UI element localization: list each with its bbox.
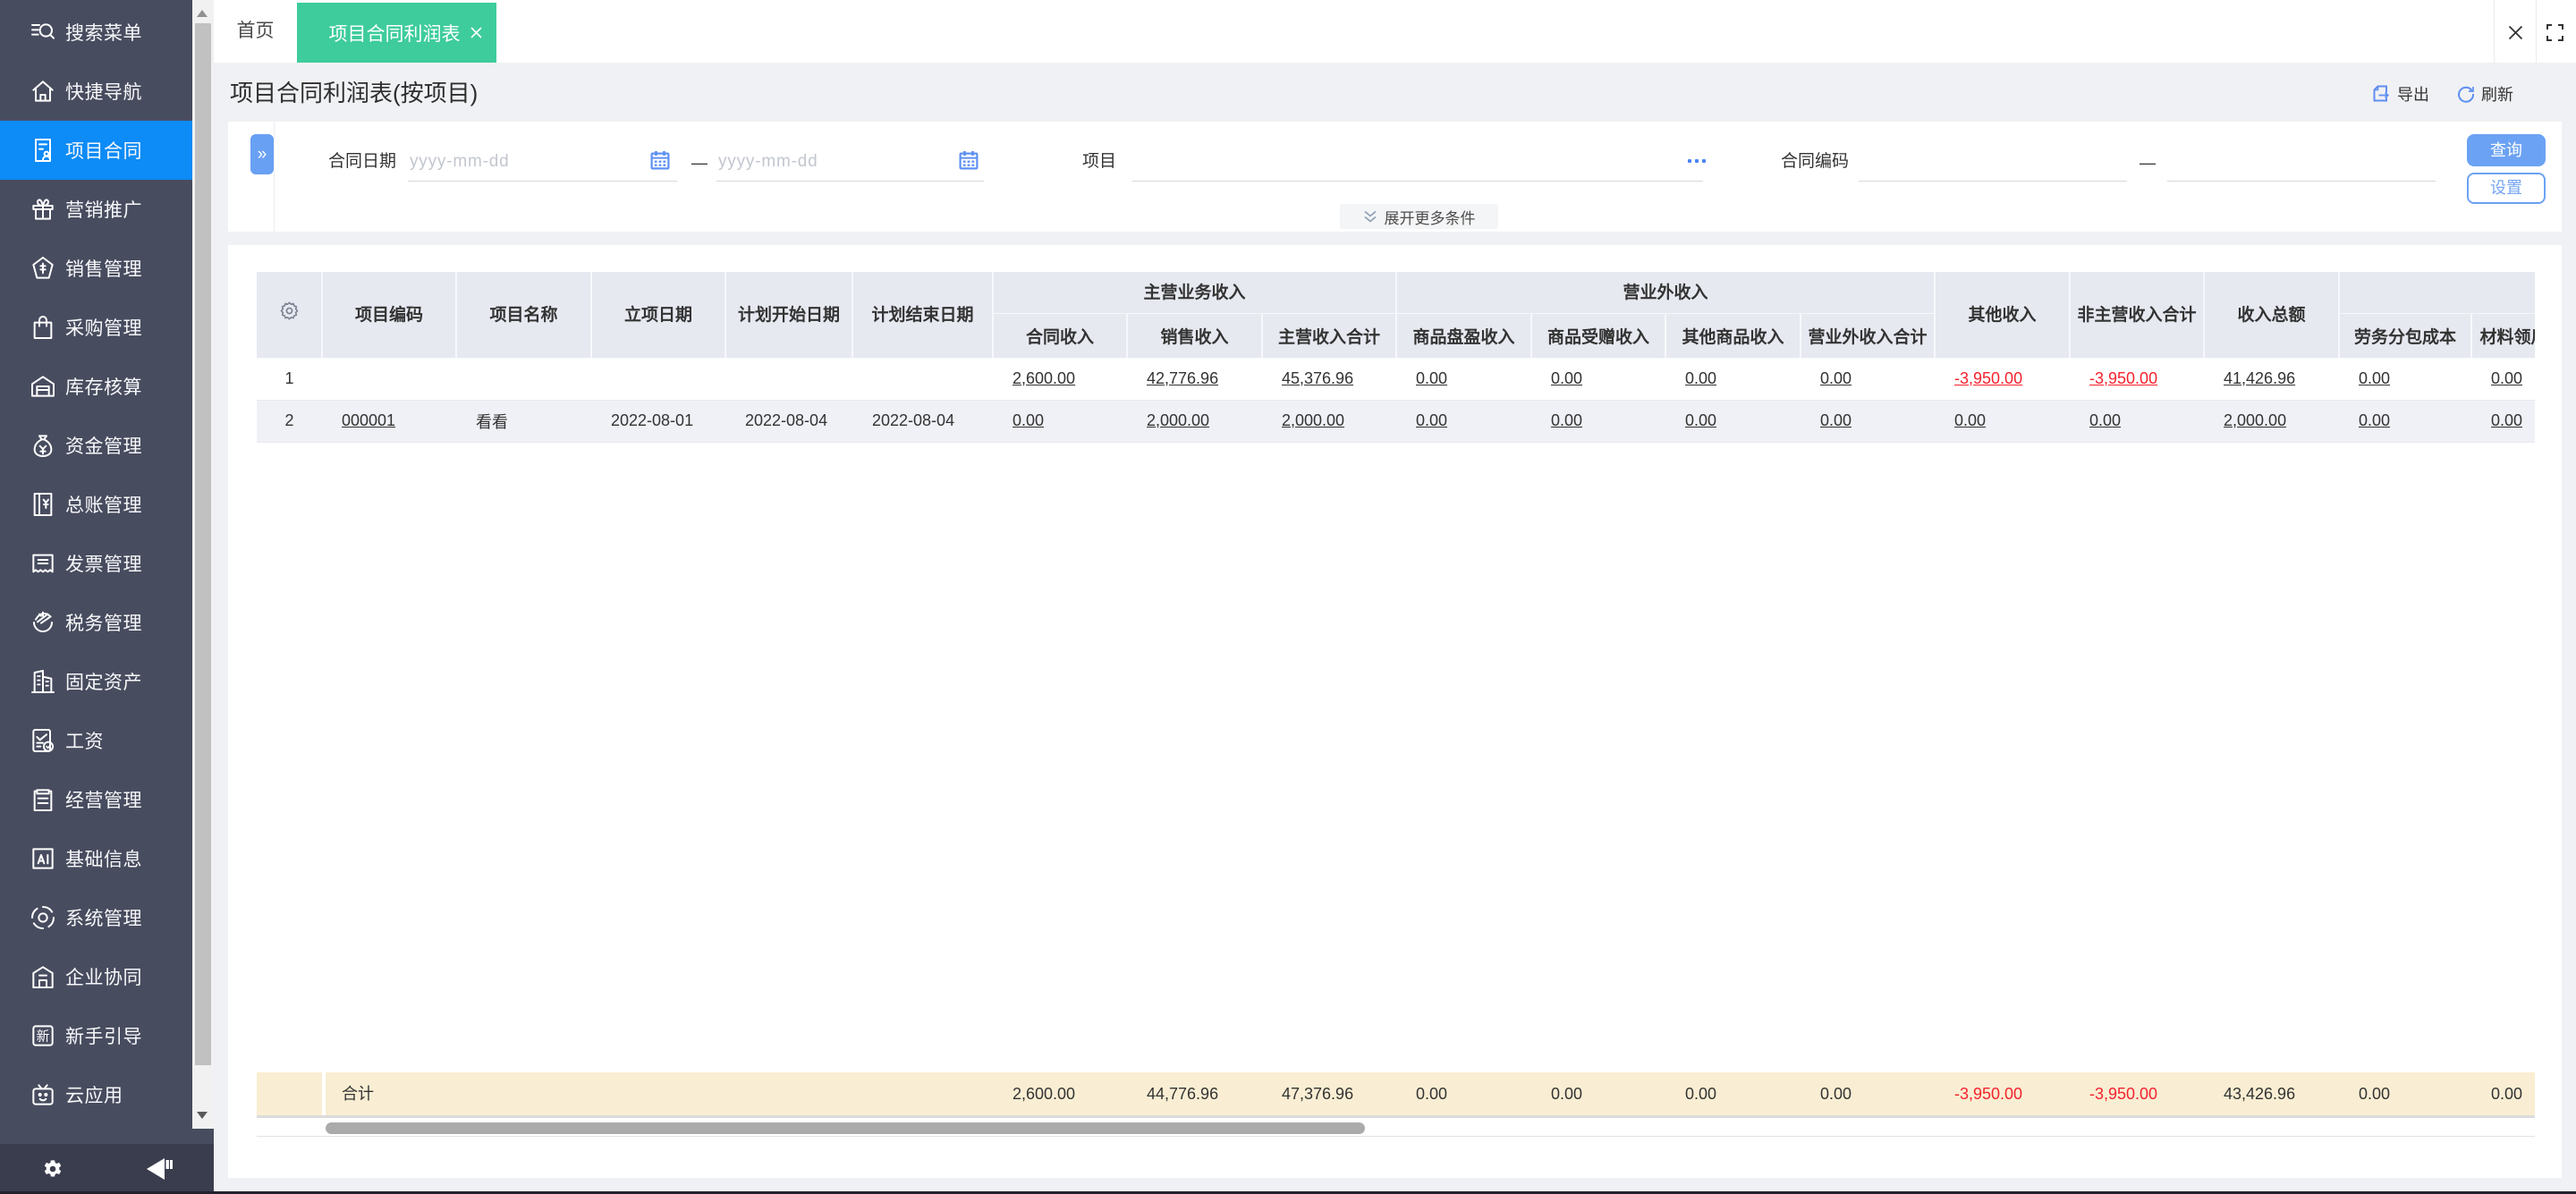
svg-text:新: 新 (37, 1029, 50, 1045)
